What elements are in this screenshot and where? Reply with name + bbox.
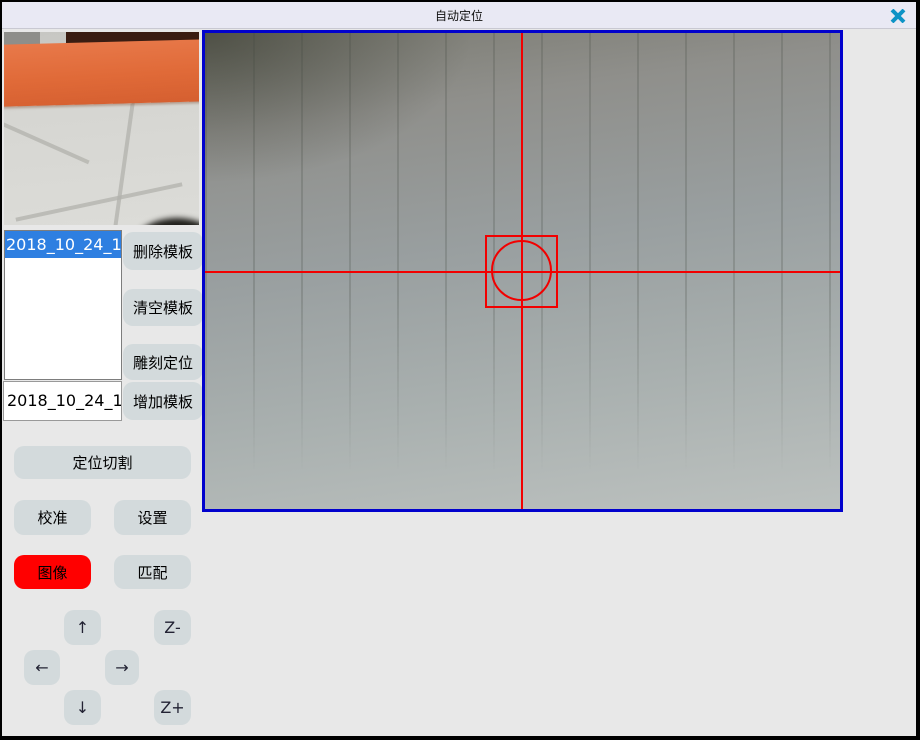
calibrate-button[interactable]: 校准 [14,500,91,535]
jog-left-button[interactable]: ← [24,650,60,685]
match-button[interactable]: 匹配 [114,555,191,589]
dialog-title: 自动定位 [435,7,483,24]
camera-view[interactable] [202,30,843,512]
jog-z-plus-button[interactable]: Z+ [154,690,191,725]
title-bar: 自动定位 [2,2,916,29]
settings-button[interactable]: 设置 [114,500,191,535]
position-cut-button[interactable]: 定位切割 [14,446,191,479]
jog-right-button[interactable]: → [105,650,139,685]
engrave-position-button[interactable]: 雕刻定位 [123,344,203,380]
preview-orange-beam [4,39,199,106]
clear-templates-button[interactable]: 清空模板 [123,289,203,326]
add-template-button[interactable]: 增加模板 [123,382,203,420]
auto-position-dialog: 自动定位 2018_10_24_11 2018_10_24_11 删除模板 清空… [0,0,920,740]
delete-template-button[interactable]: 删除模板 [123,232,203,270]
close-icon[interactable] [886,6,910,26]
target-circle [491,240,552,301]
template-list[interactable]: 2018_10_24_11 [4,230,122,380]
jog-z-minus-button[interactable]: Z- [154,610,191,645]
image-button[interactable]: 图像 [14,555,91,589]
list-item[interactable]: 2018_10_24_11 [5,231,121,258]
template-name-field[interactable]: 2018_10_24_11 [3,381,122,421]
template-preview-image [4,32,199,225]
jog-down-button[interactable]: ↓ [64,690,101,725]
jog-up-button[interactable]: ↑ [64,610,101,645]
